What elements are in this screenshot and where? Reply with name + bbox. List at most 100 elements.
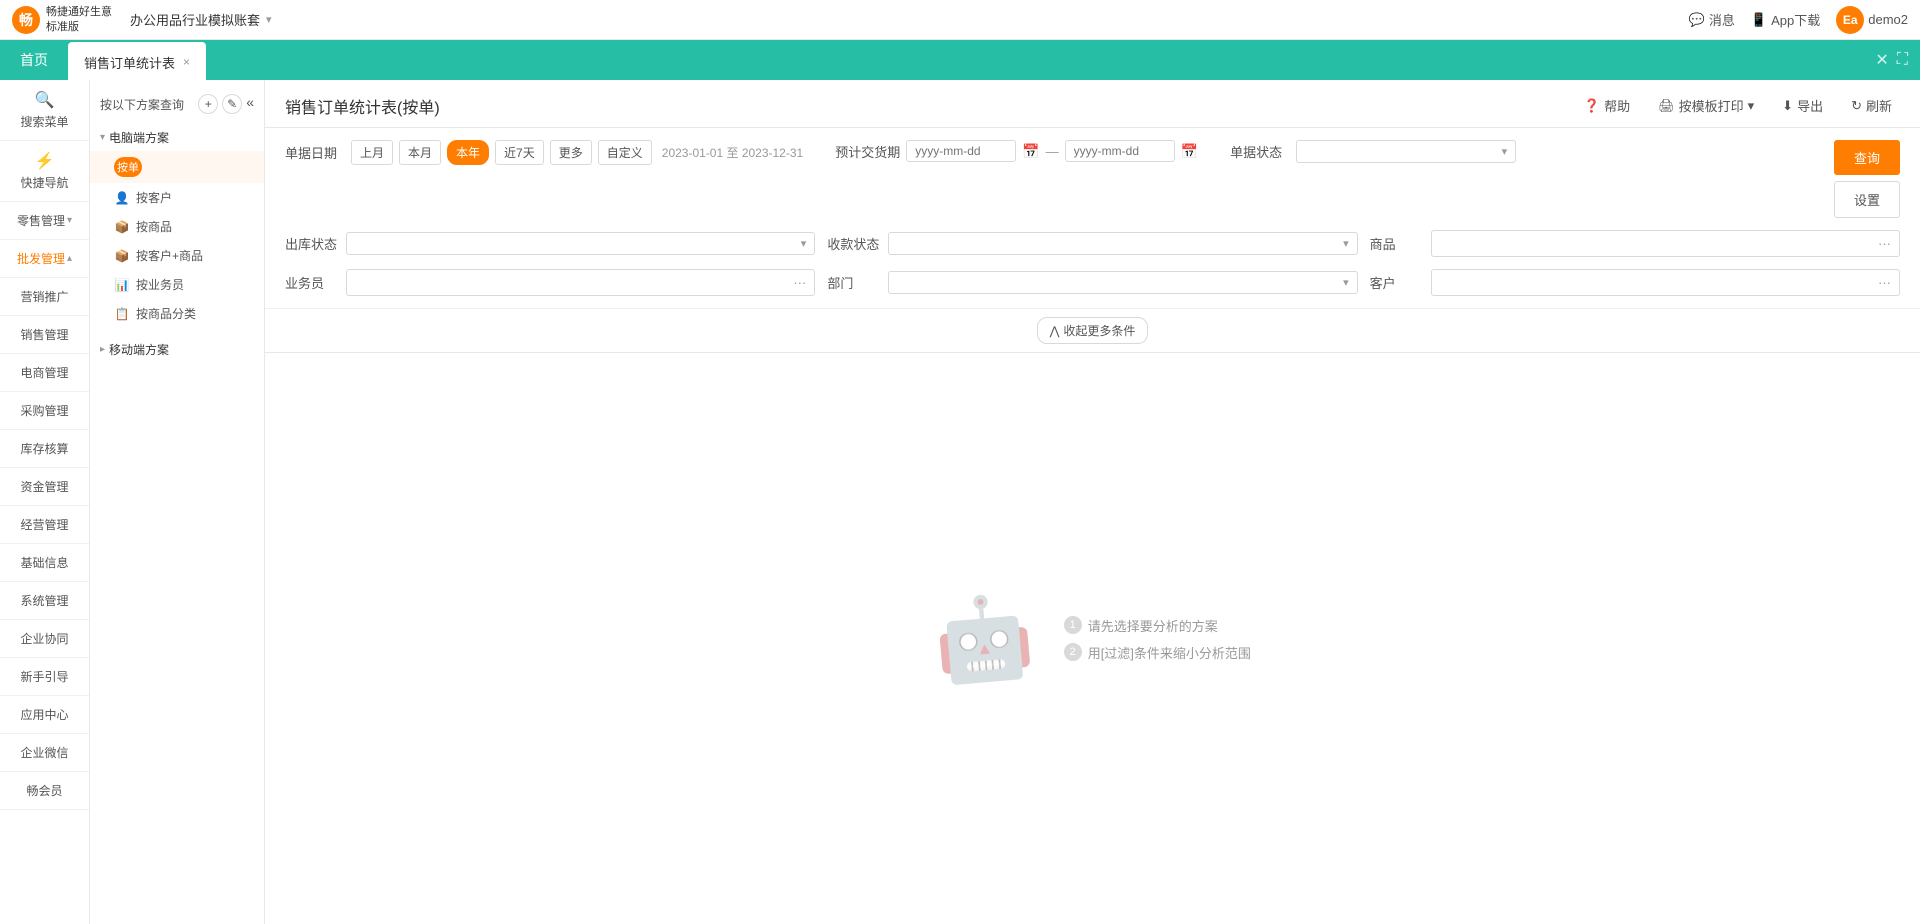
search-menu-icon: 🔍 bbox=[35, 90, 55, 110]
this-year-btn[interactable]: 本年 bbox=[447, 140, 489, 165]
status-select[interactable]: ▾ bbox=[1296, 140, 1516, 163]
sidebar-item-ecommerce-mgmt[interactable]: 电商管理 bbox=[0, 354, 89, 392]
scheme-add-button[interactable]: + bbox=[198, 94, 218, 114]
scheme-label-by-customer-product: 按客户+商品 bbox=[136, 247, 203, 264]
sidebar-item-search-menu[interactable]: 🔍 搜索菜单 bbox=[0, 80, 89, 141]
sidebar-item-sales-mgmt[interactable]: 销售管理 bbox=[0, 316, 89, 354]
sidebar-label-sales-mgmt: 销售管理 bbox=[20, 326, 68, 343]
scheme-item-by-customer-product[interactable]: 📦 按客户+商品 bbox=[90, 241, 264, 270]
scheme-item-by-customer[interactable]: 👤 按客户 bbox=[90, 183, 264, 212]
sidebar-item-inventory[interactable]: 库存核算 bbox=[0, 430, 89, 468]
scheme-panel: 按以下方案查询 + ✎ « ▾ 电脑端方案 按单 👤 按客户 bbox=[90, 80, 265, 924]
help-icon: ❓ bbox=[1584, 98, 1600, 114]
user-avatar: Ea bbox=[1836, 6, 1864, 34]
export-button[interactable]: ⬇ 导出 bbox=[1774, 92, 1831, 119]
calendar-end-icon[interactable]: 📅 bbox=[1181, 143, 1198, 160]
settings-button[interactable]: 设置 bbox=[1834, 181, 1900, 218]
scheme-item-by-product[interactable]: 📦 按商品 bbox=[90, 212, 264, 241]
empty-state-illustration: 🤖 bbox=[930, 587, 1037, 689]
scheme-desktop-group-header[interactable]: ▾ 电脑端方案 bbox=[90, 124, 264, 151]
sidebar-item-system-mgmt[interactable]: 系统管理 bbox=[0, 582, 89, 620]
sidebar-label-purchase-mgmt: 采购管理 bbox=[20, 402, 68, 419]
scheme-item-by-order[interactable]: 按单 bbox=[90, 151, 264, 183]
sidebar-label-enterprise: 企业协同 bbox=[20, 630, 68, 647]
sidebar-item-retail-mgmt[interactable]: 零售管理 ▾ bbox=[0, 202, 89, 240]
shipment-status-select[interactable]: ▾ bbox=[346, 232, 815, 255]
company-dropdown-icon[interactable]: ▾ bbox=[266, 13, 272, 26]
scheme-edit-button[interactable]: ✎ bbox=[222, 94, 242, 114]
app-download-button[interactable]: 📱 App下载 bbox=[1751, 10, 1820, 29]
scheme-mobile-group: ▸ 移动端方案 bbox=[90, 332, 264, 367]
expected-date-label: 预计交货期 bbox=[835, 142, 900, 161]
refresh-button[interactable]: ↻ 刷新 bbox=[1843, 92, 1900, 119]
expected-date-end-input[interactable] bbox=[1065, 140, 1175, 162]
window-close-icon[interactable]: ✕ bbox=[1875, 50, 1888, 70]
tab-home[interactable]: 首页 bbox=[0, 40, 68, 80]
message-icon: 💬 bbox=[1689, 12, 1705, 28]
content-area: 按以下方案查询 + ✎ « ▾ 电脑端方案 按单 👤 按客户 bbox=[90, 80, 1920, 924]
calendar-start-icon[interactable]: 📅 bbox=[1022, 143, 1039, 160]
sidebar-label-app-center: 应用中心 bbox=[20, 706, 68, 723]
window-maximize-icon[interactable]: ⛶ bbox=[1897, 51, 1908, 69]
payment-status-arrow: ▾ bbox=[1343, 237, 1349, 250]
page-title: 销售订单统计表(按单) bbox=[285, 94, 440, 118]
scheme-item-by-salesman[interactable]: 📊 按业务员 bbox=[90, 270, 264, 299]
scheme-collapse-button[interactable]: « bbox=[246, 94, 254, 114]
sidebar-item-enterprise-wechat[interactable]: 企业微信 bbox=[0, 734, 89, 772]
logo-area: 畅 畅捷通好生意 标准版 bbox=[12, 5, 112, 34]
sidebar-item-member[interactable]: 畅会员 bbox=[0, 772, 89, 810]
scheme-desktop-group: ▾ 电脑端方案 按单 👤 按客户 📦 按商品 📦 按客户+商品 bbox=[90, 120, 264, 332]
scheme-item-by-product-category[interactable]: 📋 按商品分类 bbox=[90, 299, 264, 328]
custom-btn[interactable]: 自定义 bbox=[598, 140, 652, 165]
filter-rows-wrap: 单据日期 上月 本月 本年 近7天 更多 自定义 2023-01-01 至 20… bbox=[265, 128, 1920, 308]
goods-label: 商品 bbox=[1370, 234, 1425, 253]
query-button[interactable]: 查询 bbox=[1834, 140, 1900, 175]
sidebar-label-wholesale-mgmt: 批发管理 bbox=[17, 250, 65, 267]
by-customer-product-icon: 📦 bbox=[114, 248, 130, 264]
template-print-button[interactable]: 🖨 按模板打印 ▾ bbox=[1650, 92, 1762, 119]
shipment-status-label: 出库状态 bbox=[285, 234, 340, 253]
message-button[interactable]: 💬 消息 bbox=[1689, 10, 1735, 29]
tip-number-1: 1 bbox=[1064, 616, 1082, 634]
header-middle: 办公用品行业模拟账套 ▾ bbox=[120, 10, 1681, 29]
last7days-btn[interactable]: 近7天 bbox=[495, 140, 544, 165]
sidebar-item-finance-mgmt[interactable]: 资金管理 bbox=[0, 468, 89, 506]
sidebar-label-enterprise-wechat: 企业微信 bbox=[20, 744, 68, 761]
sidebar-item-marketing[interactable]: 营销推广 bbox=[0, 278, 89, 316]
expected-date-start-input[interactable] bbox=[906, 140, 1016, 162]
tab-close-icon[interactable]: × bbox=[183, 55, 190, 69]
sidebar-item-wholesale-mgmt[interactable]: 批发管理 ▴ bbox=[0, 240, 89, 278]
this-month-btn[interactable]: 本月 bbox=[399, 140, 441, 165]
payment-status-select[interactable]: ▾ bbox=[888, 232, 1357, 255]
sidebar-item-purchase-mgmt[interactable]: 采购管理 bbox=[0, 392, 89, 430]
customer-select[interactable]: ··· bbox=[1431, 269, 1900, 296]
status-filter-label: 单据状态 bbox=[1230, 142, 1290, 161]
sidebar-item-basic-info[interactable]: 基础信息 bbox=[0, 544, 89, 582]
app-download-icon: 📱 bbox=[1751, 12, 1767, 28]
scheme-label-by-customer: 按客户 bbox=[136, 189, 172, 206]
salesman-more-icon: ··· bbox=[793, 275, 806, 290]
scheme-active-indicator: 按单 bbox=[114, 157, 142, 177]
help-button[interactable]: ❓ 帮助 bbox=[1576, 92, 1638, 119]
sidebar-item-quick-nav[interactable]: ⚡ 快捷导航 bbox=[0, 141, 89, 202]
sidebar-item-enterprise[interactable]: 企业协同 bbox=[0, 620, 89, 658]
collapse-more-btn[interactable]: ⋀ 收起更多条件 bbox=[1037, 317, 1149, 344]
salesman-select[interactable]: ··· bbox=[346, 269, 815, 296]
scheme-mobile-group-header[interactable]: ▸ 移动端方案 bbox=[90, 336, 264, 363]
sidebar-item-operation-mgmt[interactable]: 经营管理 bbox=[0, 506, 89, 544]
sidebar-item-app-center[interactable]: 应用中心 bbox=[0, 696, 89, 734]
more-btn[interactable]: 更多 bbox=[550, 140, 592, 165]
tip-number-2: 2 bbox=[1064, 643, 1082, 661]
goods-select[interactable]: ··· bbox=[1431, 230, 1900, 257]
salesman-label: 业务员 bbox=[285, 273, 340, 292]
user-area[interactable]: Ea demo2 bbox=[1836, 6, 1908, 34]
logo-icon: 畅 bbox=[12, 6, 40, 34]
department-arrow: ▾ bbox=[1343, 276, 1349, 289]
department-select[interactable]: ▾ bbox=[888, 271, 1357, 294]
by-product-icon: 📦 bbox=[114, 219, 130, 235]
sidebar-item-new-guide[interactable]: 新手引导 bbox=[0, 658, 89, 696]
last-month-btn[interactable]: 上月 bbox=[351, 140, 393, 165]
top-header: 畅 畅捷通好生意 标准版 办公用品行业模拟账套 ▾ 💬 消息 📱 App下载 E… bbox=[0, 0, 1920, 40]
sidebar-label-search-menu: 搜索菜单 bbox=[20, 113, 68, 130]
tab-sales-statistics[interactable]: 销售订单统计表 × bbox=[68, 42, 206, 82]
